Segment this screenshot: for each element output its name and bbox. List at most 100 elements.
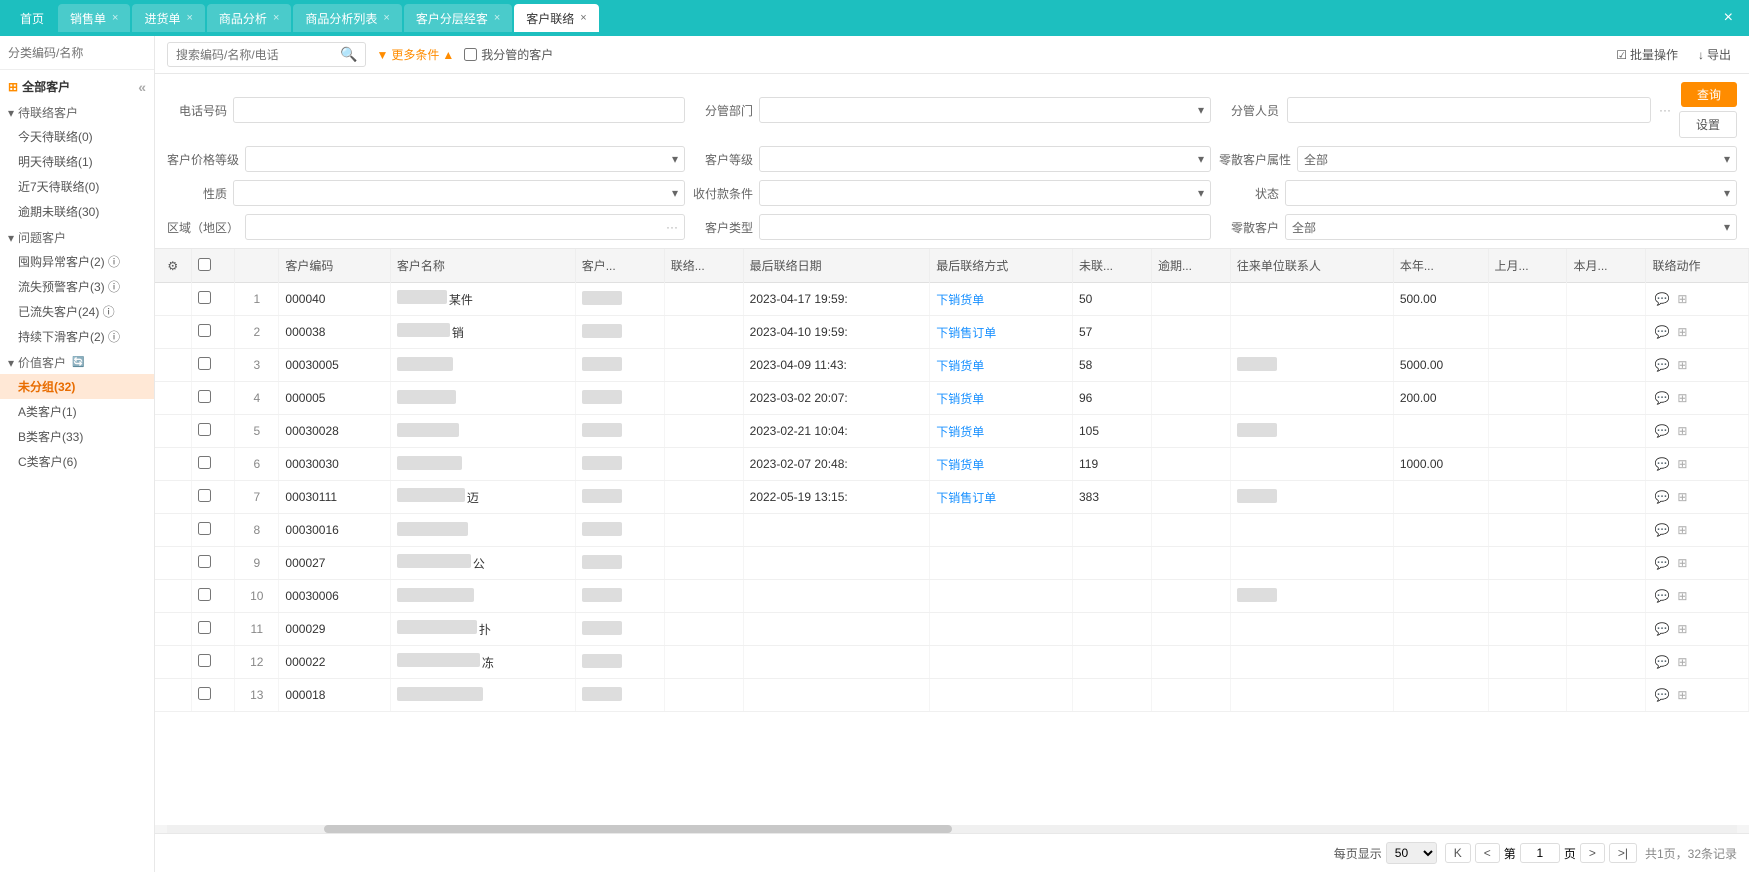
- tab-customer-segment[interactable]: 客户分层经客 ×: [404, 4, 512, 32]
- row-checkbox[interactable]: [198, 555, 211, 568]
- page-size-select[interactable]: 50 100 200: [1386, 842, 1437, 864]
- row-checkbox[interactable]: [198, 522, 211, 535]
- sidebar-group-pending-contact[interactable]: ▾ 待联络客户: [0, 99, 154, 124]
- comment-icon[interactable]: 💬: [1652, 389, 1671, 407]
- reset-button[interactable]: 设置: [1679, 111, 1737, 138]
- last-contact-method-col-header[interactable]: 最后联络方式: [930, 249, 1073, 283]
- status-select[interactable]: ▾: [1285, 180, 1737, 206]
- type-col-header[interactable]: 客户...: [575, 249, 664, 283]
- search-input[interactable]: [176, 48, 336, 62]
- my-customers-checkbox-label[interactable]: 我分管的客户: [464, 46, 553, 63]
- grid-action-icon[interactable]: ⊞: [1675, 653, 1689, 671]
- sidebar-item-lost[interactable]: 已流失客户(24) ⓘ: [0, 299, 154, 324]
- first-page-button[interactable]: K: [1445, 843, 1471, 863]
- comment-icon[interactable]: 💬: [1652, 686, 1671, 704]
- checkbox-cell[interactable]: [191, 613, 235, 646]
- checkbox-cell[interactable]: [191, 646, 235, 679]
- checkbox-cell[interactable]: [191, 514, 235, 547]
- checkbox-cell[interactable]: [191, 580, 235, 613]
- more-conditions-button[interactable]: ▼ 更多条件 ▲: [376, 46, 454, 63]
- customer-level-select[interactable]: ▾: [759, 146, 1211, 172]
- close-icon[interactable]: ×: [383, 12, 389, 24]
- code-col-header[interactable]: 客户编码: [279, 249, 391, 283]
- row-checkbox[interactable]: [198, 390, 211, 403]
- row-checkbox[interactable]: [198, 621, 211, 634]
- region-more-icon[interactable]: ···: [666, 220, 678, 234]
- grid-action-icon[interactable]: ⊞: [1675, 488, 1689, 506]
- tab-product-analysis[interactable]: 商品分析 ×: [207, 4, 291, 32]
- close-icon[interactable]: ×: [273, 12, 279, 24]
- my-customers-checkbox[interactable]: [464, 48, 477, 61]
- sidebar-group-problem-customers[interactable]: ▾ 问题客户: [0, 224, 154, 249]
- manager-select[interactable]: [1287, 97, 1651, 123]
- contact-method-link[interactable]: 下销售订单: [936, 491, 996, 505]
- comment-icon[interactable]: 💬: [1652, 488, 1671, 506]
- grid-action-icon[interactable]: ⊞: [1675, 290, 1689, 308]
- checkbox-cell[interactable]: [191, 547, 235, 580]
- sidebar-group-value-customers[interactable]: ▾ 价值客户 🔄: [0, 349, 154, 374]
- row-checkbox[interactable]: [198, 489, 211, 502]
- contact-method-link[interactable]: 下销货单: [936, 359, 984, 373]
- grid-action-icon[interactable]: ⊞: [1675, 389, 1689, 407]
- sidebar-item-c-class[interactable]: C类客户(6): [0, 449, 154, 474]
- comment-icon[interactable]: 💬: [1652, 356, 1671, 374]
- grid-action-icon[interactable]: ⊞: [1675, 686, 1689, 704]
- price-level-select[interactable]: ▾: [245, 146, 685, 172]
- search-icon[interactable]: 🔍: [340, 46, 357, 63]
- row-checkbox[interactable]: [198, 654, 211, 667]
- grid-action-icon[interactable]: ⊞: [1675, 356, 1689, 374]
- checkbox-cell[interactable]: [191, 679, 235, 712]
- sidebar-item-declining[interactable]: 持续下滑客户(2) ⓘ: [0, 324, 154, 349]
- row-checkbox[interactable]: [198, 291, 211, 304]
- sidebar-collapse-icon[interactable]: «: [138, 79, 146, 95]
- last-month-col-header[interactable]: 上月...: [1488, 249, 1567, 283]
- row-checkbox[interactable]: [198, 456, 211, 469]
- grid-action-icon[interactable]: ⊞: [1675, 323, 1689, 341]
- search-button[interactable]: 查询: [1681, 82, 1737, 107]
- comment-icon[interactable]: 💬: [1652, 554, 1671, 572]
- checkbox-cell[interactable]: [191, 382, 235, 415]
- checkbox-cell[interactable]: [191, 316, 235, 349]
- row-checkbox[interactable]: [198, 687, 211, 700]
- this-month-col-header[interactable]: 本月...: [1567, 249, 1646, 283]
- comment-icon[interactable]: 💬: [1652, 587, 1671, 605]
- contact-method-link[interactable]: 下销售订单: [936, 326, 996, 340]
- comment-icon[interactable]: 💬: [1652, 521, 1671, 539]
- overdue-col-header[interactable]: 逾期...: [1151, 249, 1230, 283]
- all-customers-header[interactable]: ⊞ 全部客户 «: [0, 70, 154, 99]
- tab-purchase[interactable]: 进货单 ×: [132, 4, 204, 32]
- this-year-col-header[interactable]: 本年...: [1393, 249, 1488, 283]
- checkbox-cell[interactable]: [191, 349, 235, 382]
- sidebar-item-today[interactable]: 今天待联络(0): [0, 124, 154, 149]
- checkbox-cell[interactable]: [191, 481, 235, 514]
- close-icon[interactable]: ×: [580, 12, 586, 24]
- sidebar-item-7days[interactable]: 近7天待联络(0): [0, 174, 154, 199]
- contact-method-link[interactable]: 下销货单: [936, 293, 984, 307]
- export-button[interactable]: ↓ 导出: [1692, 43, 1737, 66]
- last-page-button[interactable]: >|: [1609, 843, 1637, 863]
- row-checkbox[interactable]: [198, 324, 211, 337]
- horizontal-scrollbar[interactable]: [167, 825, 1737, 833]
- contact-method-link[interactable]: 下销货单: [936, 425, 984, 439]
- comment-icon[interactable]: 💬: [1652, 455, 1671, 473]
- grid-action-icon[interactable]: ⊞: [1675, 521, 1689, 539]
- grid-action-icon[interactable]: ⊞: [1675, 422, 1689, 440]
- customer-type-select[interactable]: [759, 214, 1211, 240]
- sidebar-item-a-class[interactable]: A类客户(1): [0, 399, 154, 424]
- next-page-button[interactable]: >: [1580, 843, 1605, 863]
- select-all-checkbox[interactable]: [198, 258, 211, 271]
- no-contact-days-col-header[interactable]: 未联...: [1073, 249, 1152, 283]
- sidebar-item-churn-risk[interactable]: 流失预警客户(3) ⓘ: [0, 274, 154, 299]
- close-icon[interactable]: ×: [186, 12, 192, 24]
- sidebar-item-overdue[interactable]: 逾期未联络(30): [0, 199, 154, 224]
- sidebar-item-ungraded[interactable]: 未分组(32): [0, 374, 154, 399]
- tab-customer-contact[interactable]: 客户联络 ×: [514, 4, 598, 32]
- batch-ops-button[interactable]: ☑ 批量操作: [1610, 43, 1684, 66]
- page-number-input[interactable]: [1520, 843, 1560, 863]
- close-icon[interactable]: ×: [112, 12, 118, 24]
- settings-col-header[interactable]: ⚙: [155, 249, 191, 283]
- row-checkbox[interactable]: [198, 357, 211, 370]
- comment-icon[interactable]: 💬: [1652, 323, 1671, 341]
- sidebar-item-b-class[interactable]: B类客户(33): [0, 424, 154, 449]
- contact-method-link[interactable]: 下销货单: [936, 458, 984, 472]
